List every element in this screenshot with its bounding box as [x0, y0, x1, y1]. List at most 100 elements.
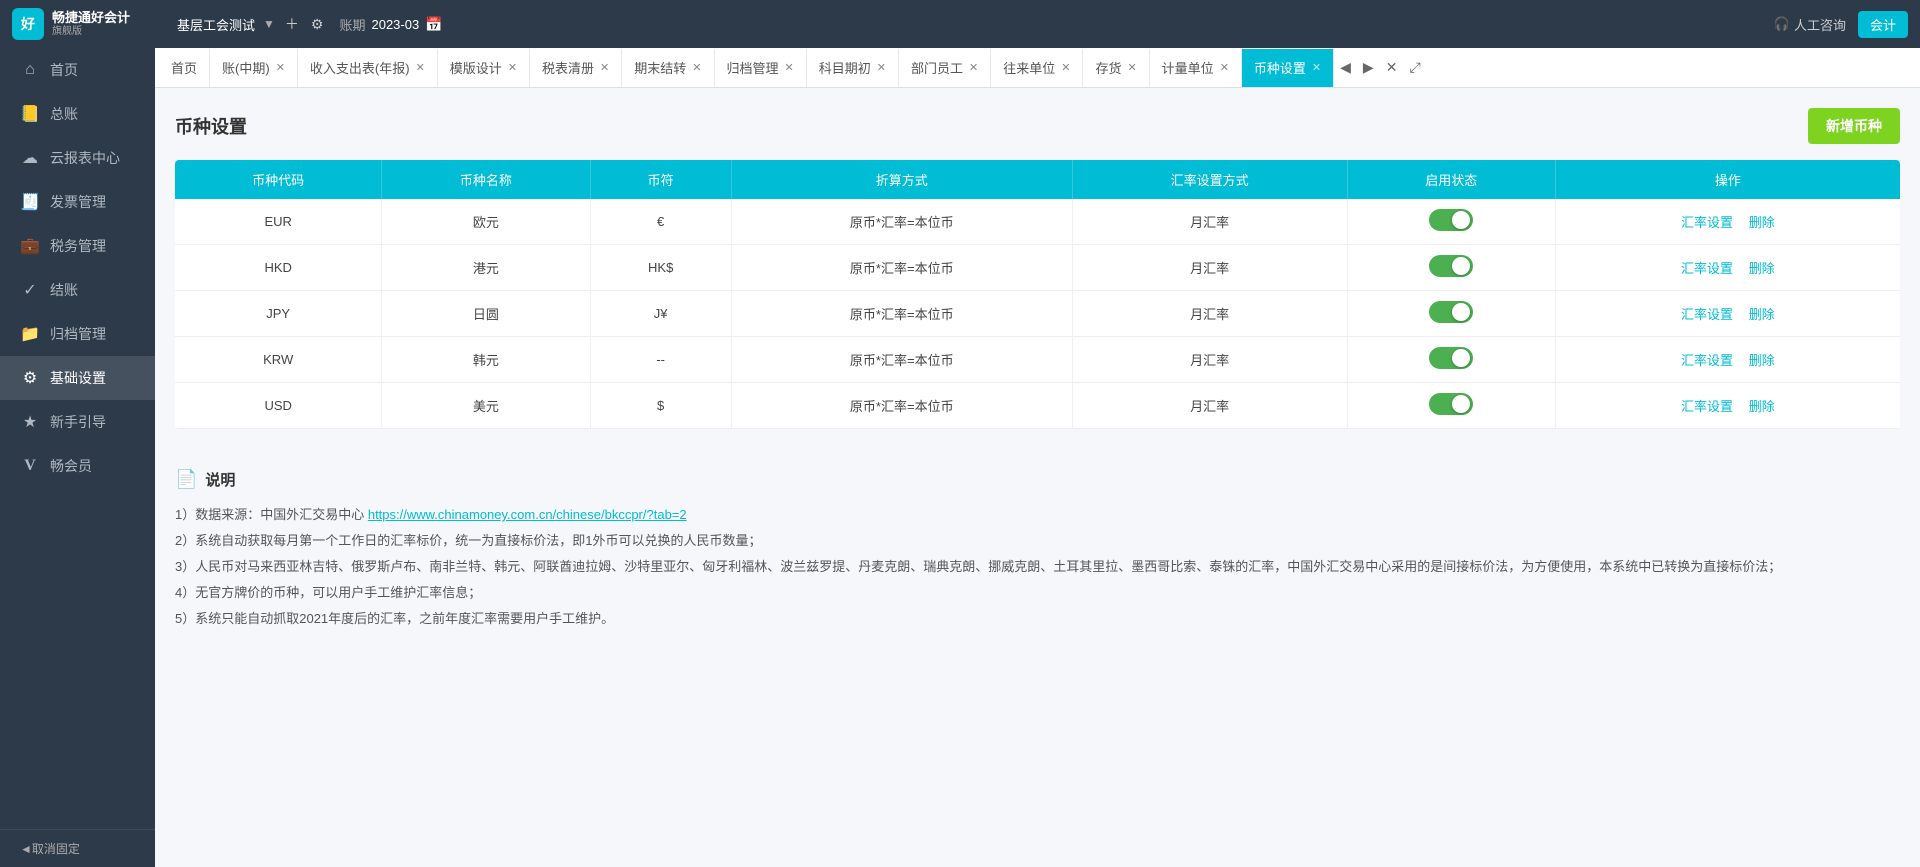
tab-income[interactable]: 收入支出表(年报) ✕	[298, 49, 438, 87]
tab-unit[interactable]: 计量单位 ✕	[1150, 49, 1242, 87]
rate-settings-link[interactable]: 汇率设置	[1681, 215, 1733, 230]
cell-name: 欧元	[382, 199, 590, 245]
cell-status	[1347, 383, 1555, 429]
top-bar: 好 畅捷通好会计 旗舰版 基层工会测试 ▼ ＋ ⚙ 账期 2023-03 📅 🎧…	[0, 0, 1920, 48]
close-icon[interactable]: ✕	[1127, 61, 1136, 74]
cell-calc: 原币*汇率=本位币	[731, 383, 1072, 429]
notes-header: 📄 说明	[175, 469, 1900, 490]
tab-tax[interactable]: 税表清册 ✕	[530, 49, 622, 87]
tab-currency[interactable]: 币种设置 ✕	[1242, 49, 1334, 87]
close-icon[interactable]: ✕	[1061, 61, 1070, 74]
cell-symbol: $	[590, 383, 731, 429]
delete-link[interactable]: 删除	[1749, 353, 1775, 368]
tab-home[interactable]: 首页	[159, 49, 210, 87]
tab-archive[interactable]: 归档管理 ✕	[715, 49, 807, 87]
sidebar-item-ledger[interactable]: 📒 总账	[0, 92, 155, 136]
sidebar-item-settings[interactable]: ⚙ 基础设置	[0, 356, 155, 400]
sidebar-item-tax[interactable]: 💼 税务管理	[0, 224, 155, 268]
delete-link[interactable]: 删除	[1749, 215, 1775, 230]
settings-btn[interactable]: ⚙	[311, 16, 324, 33]
close-icon[interactable]: ✕	[600, 61, 609, 74]
tab-close-btn[interactable]: ✕	[1380, 49, 1404, 87]
sidebar-item-checkout[interactable]: ✓ 结账	[0, 268, 155, 312]
help-button[interactable]: 🎧 人工咨询	[1774, 15, 1846, 34]
sidebar-item-guide[interactable]: ★ 新手引导	[0, 400, 155, 444]
new-currency-button[interactable]: 新增币种	[1808, 108, 1900, 144]
cell-calc: 原币*汇率=本位币	[731, 291, 1072, 337]
toggle-thumb	[1452, 257, 1470, 275]
toggle-switch[interactable]	[1429, 301, 1473, 323]
close-icon[interactable]: ✕	[1220, 61, 1229, 74]
sidebar-label-member: 畅会员	[50, 456, 92, 476]
close-icon[interactable]: ✕	[276, 61, 285, 74]
account-button[interactable]: 会计	[1858, 11, 1908, 38]
close-icon[interactable]: ✕	[877, 61, 886, 74]
ledger-icon: 📒	[20, 104, 40, 124]
delete-link[interactable]: 删除	[1749, 399, 1775, 414]
sidebar-item-member[interactable]: V 畅会员	[0, 444, 155, 488]
cell-rate-type: 月汇率	[1072, 383, 1347, 429]
cell-symbol: J¥	[590, 291, 731, 337]
close-icon[interactable]: ✕	[416, 61, 425, 74]
top-actions: ＋ ⚙	[285, 14, 324, 34]
cell-rate-type: 月汇率	[1072, 337, 1347, 383]
tab-inventory-label: 存货	[1095, 58, 1121, 77]
toggle-track	[1429, 255, 1473, 277]
cell-rate-type: 月汇率	[1072, 199, 1347, 245]
tab-template[interactable]: 模版设计 ✕	[438, 49, 530, 87]
close-icon[interactable]: ✕	[508, 61, 517, 74]
company-selector[interactable]: 基层工会测试 ▼	[177, 15, 275, 34]
delete-link[interactable]: 删除	[1749, 307, 1775, 322]
add-btn[interactable]: ＋	[285, 14, 299, 34]
sidebar-label-invoice: 发票管理	[50, 192, 106, 212]
sidebar-item-invoice[interactable]: 🧾 发票管理	[0, 180, 155, 224]
cell-actions: 汇率设置 删除	[1555, 291, 1900, 337]
archive-icon: 📁	[20, 324, 40, 344]
tab-template-label: 模版设计	[450, 58, 502, 77]
toggle-switch[interactable]	[1429, 393, 1473, 415]
tab-prev-btn[interactable]: ◀	[1334, 49, 1357, 87]
col-actions: 操作	[1555, 160, 1900, 199]
tab-subject[interactable]: 科目期初 ✕	[807, 49, 899, 87]
close-icon[interactable]: ✕	[1312, 61, 1321, 74]
cell-name: 港元	[382, 245, 590, 291]
rate-settings-link[interactable]: 汇率设置	[1681, 307, 1733, 322]
sidebar-item-archive[interactable]: 📁 归档管理	[0, 312, 155, 356]
close-icon[interactable]: ✕	[785, 61, 794, 74]
tab-period-end[interactable]: 期末结转 ✕	[622, 49, 714, 87]
col-name: 币种名称	[382, 160, 590, 199]
calendar-icon[interactable]: 📅	[425, 16, 442, 33]
toggle-switch[interactable]	[1429, 209, 1473, 231]
tax-icon: 💼	[20, 236, 40, 256]
toggle-switch[interactable]	[1429, 347, 1473, 369]
sidebar-item-reports[interactable]: ☁ 云报表中心	[0, 136, 155, 180]
rate-settings-link[interactable]: 汇率设置	[1681, 261, 1733, 276]
tab-period[interactable]: 账(中期) ✕	[210, 49, 298, 87]
sidebar-label-tax: 税务管理	[50, 236, 106, 256]
toggle-track	[1429, 347, 1473, 369]
cell-name: 日圆	[382, 291, 590, 337]
tab-dept[interactable]: 部门员工 ✕	[899, 49, 991, 87]
cell-rate-type: 月汇率	[1072, 291, 1347, 337]
cell-calc: 原币*汇率=本位币	[731, 199, 1072, 245]
delete-link[interactable]: 删除	[1749, 261, 1775, 276]
pin-label: ◄取消固定	[20, 840, 80, 857]
toggle-switch[interactable]	[1429, 255, 1473, 277]
tab-partner[interactable]: 往来单位 ✕	[991, 49, 1083, 87]
toggle-thumb	[1452, 303, 1470, 321]
close-icon[interactable]: ✕	[969, 61, 978, 74]
notes-list: 1）数据来源：中国外汇交易中心 https://www.chinamoney.c…	[175, 502, 1900, 632]
cell-code: HKD	[175, 245, 382, 291]
tab-expand-btn[interactable]: ⤢	[1403, 49, 1426, 87]
rate-settings-link[interactable]: 汇率设置	[1681, 353, 1733, 368]
close-icon[interactable]: ✕	[692, 61, 701, 74]
sidebar-item-home[interactable]: ⌂ 首页	[0, 48, 155, 92]
tab-next-btn[interactable]: ▶	[1357, 49, 1380, 87]
pin-button[interactable]: ◄取消固定	[0, 829, 155, 867]
logo-sub: 旗舰版	[52, 26, 130, 38]
help-label: 人工咨询	[1794, 15, 1846, 34]
rate-settings-link[interactable]: 汇率设置	[1681, 399, 1733, 414]
tab-inventory[interactable]: 存货 ✕	[1083, 49, 1149, 87]
sidebar-label-ledger: 总账	[50, 104, 78, 124]
notes-external-link[interactable]: https://www.chinamoney.com.cn/chinese/bk…	[368, 507, 687, 522]
